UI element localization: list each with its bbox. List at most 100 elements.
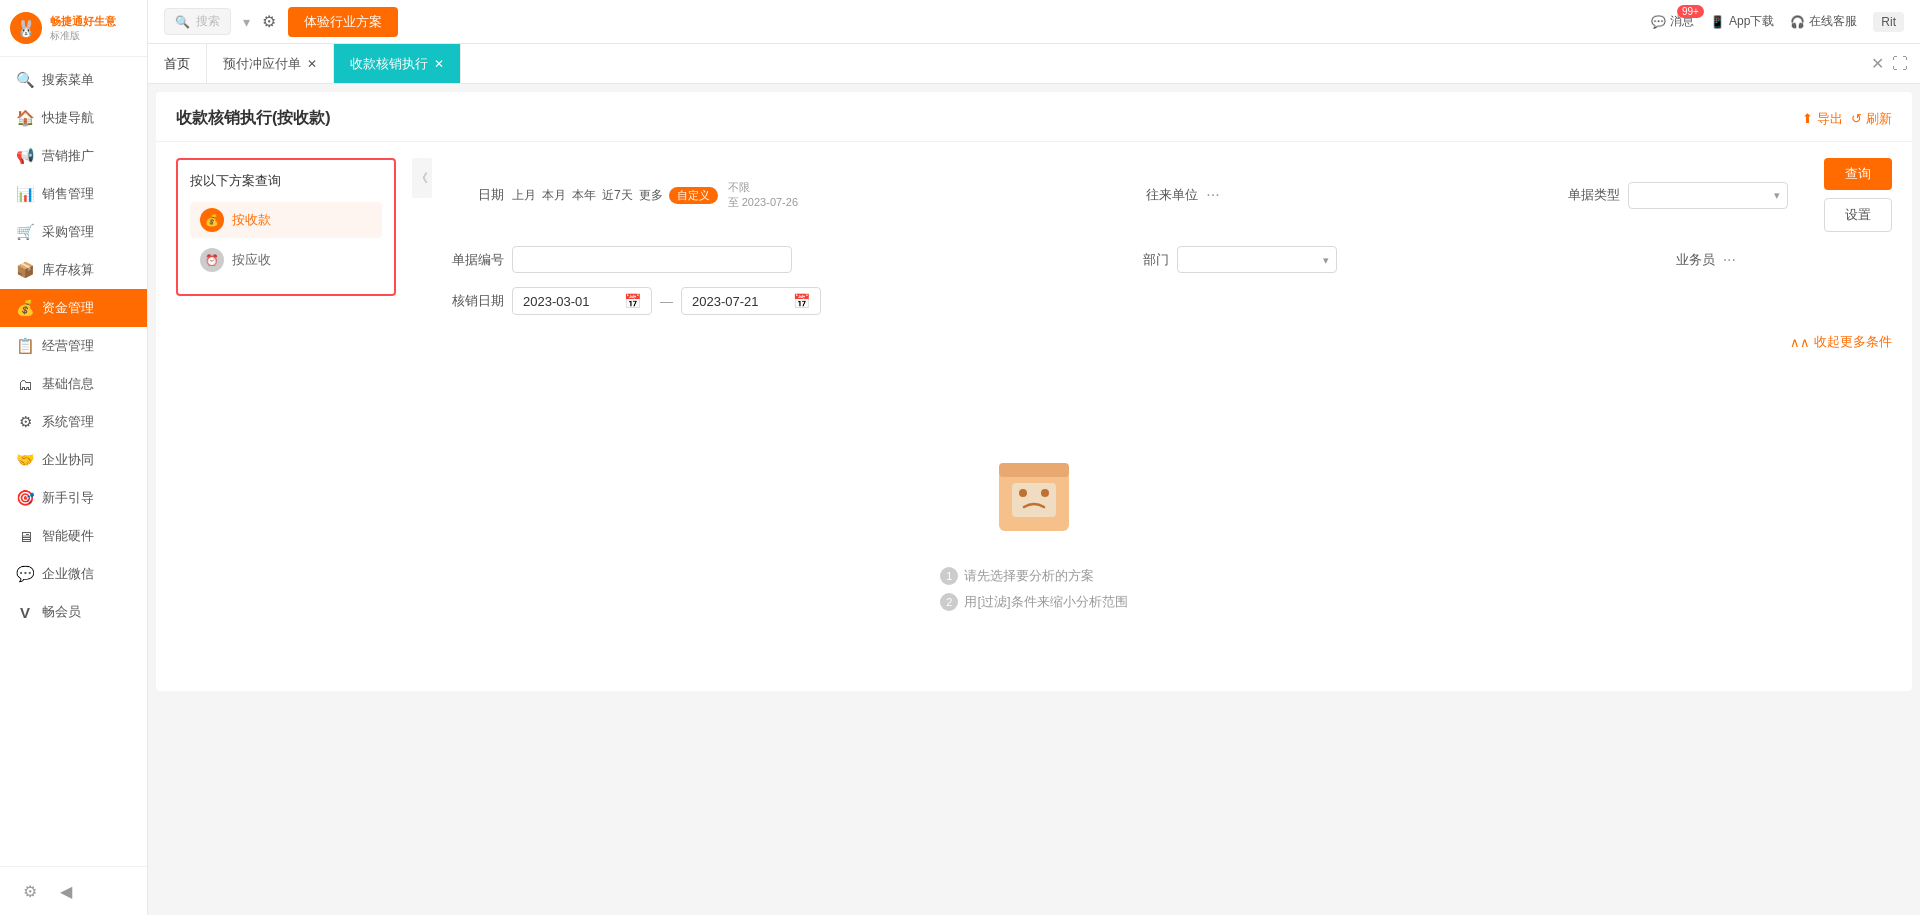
app-logo: 🐰 畅捷通好生意 标准版: [0, 0, 147, 57]
online-service-button[interactable]: 🎧 在线客服: [1790, 13, 1857, 30]
query-button[interactable]: 查询: [1824, 158, 1892, 190]
logo-badge: 标准版: [50, 29, 116, 43]
tab-receivable[interactable]: 收款核销执行 ✕: [334, 44, 461, 83]
user-menu[interactable]: Rit: [1873, 12, 1904, 32]
sidebar-item-sales[interactable]: 📊 销售管理: [0, 175, 147, 213]
sidebar-item-marketing[interactable]: 📢 营销推广: [0, 137, 147, 175]
hardware-icon: 🖥: [16, 528, 34, 545]
dept-select[interactable]: [1177, 246, 1337, 273]
sidebar-item-member[interactable]: V 畅会员: [0, 593, 147, 631]
filter-panel-title: 按以下方案查询: [190, 172, 382, 190]
fullscreen-icon[interactable]: ⛶: [1892, 55, 1908, 73]
counterpart-label: 往来单位: [1138, 186, 1198, 204]
logo-text: 畅捷通好生意 标准版: [50, 14, 116, 43]
close-all-tabs-icon[interactable]: ✕: [1871, 54, 1884, 73]
sidebar-item-operation[interactable]: 📋 经营管理: [0, 327, 147, 365]
system-icon: ⚙: [16, 413, 34, 431]
collapse-sidebar-icon[interactable]: ◀: [52, 877, 80, 905]
sidebar-item-purchase[interactable]: 🛒 采购管理: [0, 213, 147, 251]
sidebar-label-sales: 销售管理: [42, 185, 94, 203]
collapse-panel-button[interactable]: 《: [412, 158, 432, 198]
sidebar-item-wechat[interactable]: 💬 企业微信: [0, 555, 147, 593]
verify-date-end-value: 2023-07-21: [692, 294, 759, 309]
date-this-month[interactable]: 本月: [542, 187, 566, 204]
operation-icon: 📋: [16, 337, 34, 355]
page-actions: ⬆ 导出 ↺ 刷新: [1802, 110, 1892, 128]
sidebar-label-quick-nav: 快捷导航: [42, 109, 94, 127]
svg-point-3: [1019, 489, 1027, 497]
member-icon: V: [16, 604, 34, 621]
sidebar-item-guide[interactable]: 🎯 新手引导: [0, 479, 147, 517]
verify-date-end-input[interactable]: 2023-07-21 📅: [681, 287, 821, 315]
tab-prepay-close[interactable]: ✕: [307, 57, 317, 71]
solution-button[interactable]: 体验行业方案: [288, 7, 398, 37]
sidebar-label-search: 搜索菜单: [42, 71, 94, 89]
counterpart-field: 往来单位 ···: [1138, 186, 1219, 204]
query-buttons: 查询 设置: [1824, 158, 1892, 232]
export-label: 导出: [1817, 110, 1843, 128]
svg-rect-2: [1012, 483, 1056, 517]
doc-number-field: 单据编号: [444, 246, 792, 273]
calendar-start-icon: 📅: [624, 293, 641, 309]
gear-icon[interactable]: ⚙: [262, 12, 276, 31]
collapse-more-button[interactable]: ∧∧ 收起更多条件: [444, 329, 1892, 355]
sidebar-item-quick-nav[interactable]: 🏠 快捷导航: [0, 99, 147, 137]
search-placeholder: 搜索: [196, 13, 220, 30]
app-download-button[interactable]: 📱 App下载: [1710, 13, 1774, 30]
dropdown-arrow-icon: ▾: [243, 14, 250, 30]
doc-type-select[interactable]: [1628, 182, 1788, 209]
sidebar-item-search[interactable]: 🔍 搜索菜单: [0, 61, 147, 99]
sidebar-label-wechat: 企业微信: [42, 565, 94, 583]
doc-number-input[interactable]: [512, 246, 792, 273]
calendar-end-icon: 📅: [793, 293, 810, 309]
search-icon: 🔍: [16, 71, 34, 89]
filter-option-by-receipt[interactable]: 💰 按收款: [190, 202, 382, 238]
topbar-search[interactable]: 🔍 搜索: [164, 8, 231, 35]
basic-icon: 🗂: [16, 376, 34, 393]
settings-bottom-icon[interactable]: ⚙: [16, 877, 44, 905]
sidebar-item-hardware[interactable]: 🖥 智能硬件: [0, 517, 147, 555]
svg-rect-1: [999, 463, 1069, 477]
verify-date-start-input[interactable]: 2023-03-01 📅: [512, 287, 652, 315]
date-custom-badge[interactable]: 自定义: [669, 187, 718, 204]
empty-svg: [974, 431, 1094, 551]
date-more[interactable]: 更多: [639, 187, 663, 204]
counterpart-dots[interactable]: ···: [1206, 186, 1219, 204]
sidebar-label-system: 系统管理: [42, 413, 94, 431]
export-button[interactable]: ⬆ 导出: [1802, 110, 1843, 128]
date-this-year[interactable]: 本年: [572, 187, 596, 204]
logo-icon: 🐰: [10, 12, 42, 44]
sidebar-item-enterprise[interactable]: 🤝 企业协同: [0, 441, 147, 479]
setting-button[interactable]: 设置: [1824, 198, 1892, 232]
main-content: 🔍 搜索 ▾ ⚙ 体验行业方案 💬 消息 99+ 📱 App下载 🎧 在线客服 …: [148, 0, 1920, 915]
filter-row-2: 单据编号 部门: [444, 246, 1892, 273]
topbar: 🔍 搜索 ▾ ⚙ 体验行业方案 💬 消息 99+ 📱 App下载 🎧 在线客服 …: [148, 0, 1920, 44]
sidebar-label-basic: 基础信息: [42, 375, 94, 393]
empty-hint-2-text: 用[过滤]条件来缩小分析范围: [964, 593, 1127, 611]
message-button[interactable]: 💬 消息 99+: [1651, 13, 1694, 30]
tab-home[interactable]: 首页: [148, 44, 207, 83]
filter-option-by-receivable[interactable]: ⏰ 按应收: [190, 242, 382, 278]
date-last-month[interactable]: 上月: [512, 187, 536, 204]
refresh-button[interactable]: ↺ 刷新: [1851, 110, 1892, 128]
tab-prepay[interactable]: 预付冲应付单 ✕: [207, 44, 334, 83]
sidebar-item-system[interactable]: ⚙ 系统管理: [0, 403, 147, 441]
sidebar-item-finance[interactable]: 💰 资金管理: [0, 289, 147, 327]
sidebar: 🐰 畅捷通好生意 标准版 🔍 搜索菜单 🏠 快捷导航 📢 营销推广 📊 销售管理…: [0, 0, 148, 915]
empty-state: 1 请先选择要分析的方案 2 用[过滤]条件来缩小分析范围: [156, 371, 1912, 691]
tab-receivable-close[interactable]: ✕: [434, 57, 444, 71]
mobile-icon: 📱: [1710, 15, 1725, 29]
date-separator: —: [660, 294, 673, 309]
inventory-icon: 📦: [16, 261, 34, 279]
date-7days[interactable]: 近7天: [602, 187, 633, 204]
dept-label: 部门: [1109, 251, 1169, 269]
sidebar-item-basic[interactable]: 🗂 基础信息: [0, 365, 147, 403]
app-label: App下载: [1729, 13, 1774, 30]
sidebar-label-finance: 资金管理: [42, 299, 94, 317]
collapse-more-label: 收起更多条件: [1814, 333, 1892, 351]
sidebar-item-inventory[interactable]: 📦 库存核算: [0, 251, 147, 289]
home-icon: 🏠: [16, 109, 34, 127]
staff-dots[interactable]: ···: [1723, 251, 1736, 269]
verify-date-field: 核销日期 2023-03-01 📅 — 2023-07-21 📅: [444, 287, 821, 315]
filter-panel-box: 按以下方案查询 💰 按收款 ⏰ 按应收: [176, 158, 396, 296]
